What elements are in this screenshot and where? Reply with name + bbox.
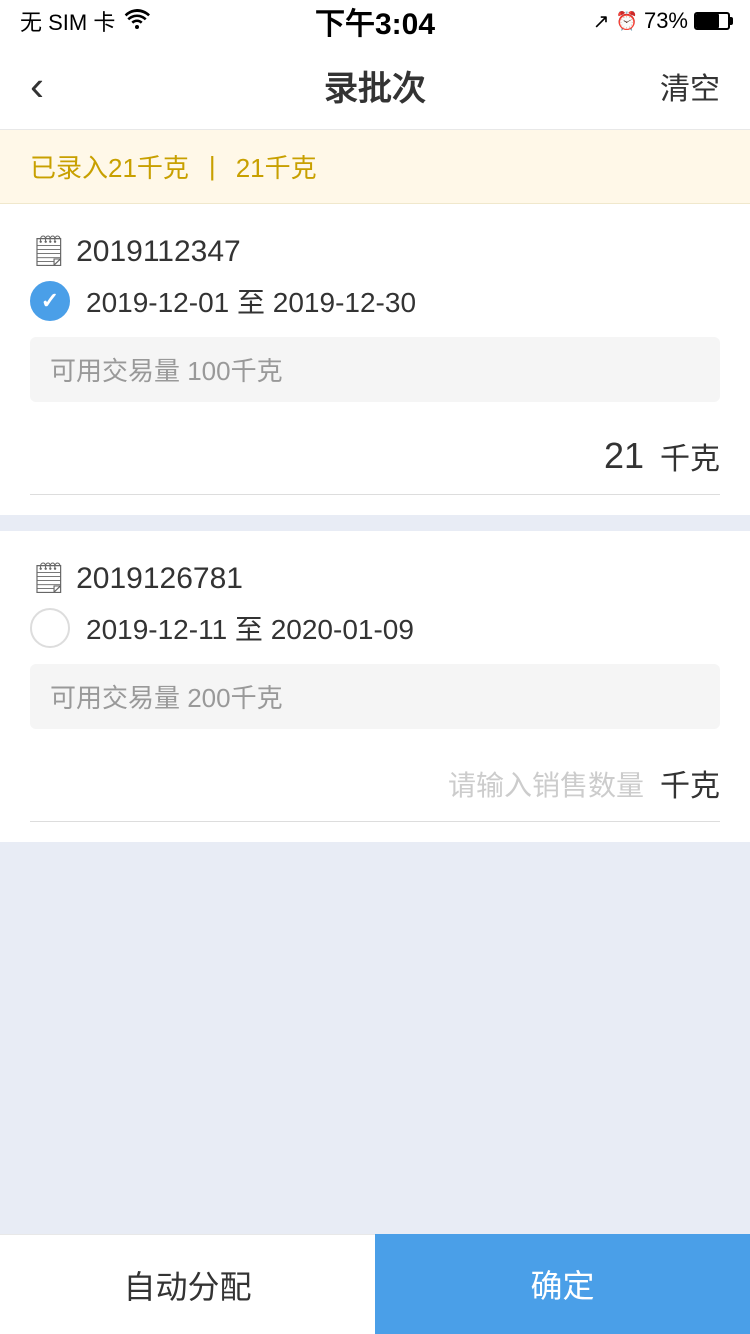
batch2-date-row[interactable]: 2019-12-11 至 2020-01-09 [30, 608, 720, 648]
wifi-icon [123, 7, 151, 35]
batch2-unit: 千克 [660, 761, 720, 805]
batch1-date-row[interactable]: ✓ 2019-12-01 至 2019-12-30 [30, 281, 720, 321]
summary-divider: | [209, 151, 216, 182]
battery-bar [694, 12, 730, 30]
batch1-input-line [30, 494, 720, 495]
battery-percentage: 73% [644, 8, 688, 34]
back-button[interactable]: ‹ [30, 62, 44, 110]
batch1-quantity-value: 21 [604, 435, 644, 477]
batch1-radio[interactable]: ✓ [30, 281, 70, 321]
batch2-date: 2019-12-11 至 2020-01-09 [86, 608, 414, 648]
auto-distribute-button[interactable]: 自动分配 [0, 1234, 375, 1334]
batch2-id: 2019126781 [76, 562, 243, 596]
batch1-unit: 千克 [660, 434, 720, 478]
batch1-id: 2019112347 [76, 235, 241, 269]
batch2-card: 🗒 2019126781 2019-12-11 至 2020-01-09 可用交… [0, 531, 750, 842]
status-bar: 无 SIM 卡 下午3:04 ↗ ⏰ 73% [0, 0, 750, 42]
page-title: 录批次 [324, 61, 426, 110]
summary-bar: 已录入21千克 | 21千克 [0, 130, 750, 204]
batch1-card: 🗒 2019112347 ✓ 2019-12-01 至 2019-12-30 可… [0, 204, 750, 515]
battery-fill [696, 14, 719, 28]
location-icon: ↗ [593, 9, 610, 34]
batch2-available: 可用交易量 200千克 [50, 683, 283, 713]
batch2-quantity-input[interactable] [444, 762, 644, 804]
batch1-id-row: 🗒 2019112347 [30, 234, 720, 269]
batch1-date: 2019-12-01 至 2019-12-30 [86, 281, 416, 321]
status-right: ↗ ⏰ 73% [593, 8, 730, 34]
batch1-available: 可用交易量 100千克 [50, 356, 283, 386]
clear-button[interactable]: 清空 [660, 64, 720, 108]
batch2-radio[interactable] [30, 608, 70, 648]
empty-area [0, 842, 750, 1272]
recorded-label: 已录入21千克 [30, 148, 189, 185]
confirm-button[interactable]: 确定 [375, 1234, 750, 1334]
batch1-quantity-bar: 可用交易量 100千克 [30, 337, 720, 402]
nav-bar: ‹ 录批次 清空 [0, 42, 750, 130]
status-time: 下午3:04 [315, 0, 435, 43]
batch1-checkmark: ✓ [41, 288, 59, 314]
summary-value: 21千克 [236, 148, 317, 185]
batch1-icon: 🗒 [30, 234, 68, 269]
separator1 [0, 515, 750, 531]
carrier-label: 无 SIM 卡 [20, 5, 115, 37]
batch2-id-row: 🗒 2019126781 [30, 561, 720, 596]
batch2-input-line [30, 821, 720, 822]
alarm-icon: ⏰ [616, 11, 638, 32]
batch2-quantity-bar: 可用交易量 200千克 [30, 664, 720, 729]
bottom-bar: 自动分配 确定 [0, 1234, 750, 1334]
batch2-icon: 🗒 [30, 561, 68, 596]
status-left: 无 SIM 卡 [20, 5, 151, 37]
